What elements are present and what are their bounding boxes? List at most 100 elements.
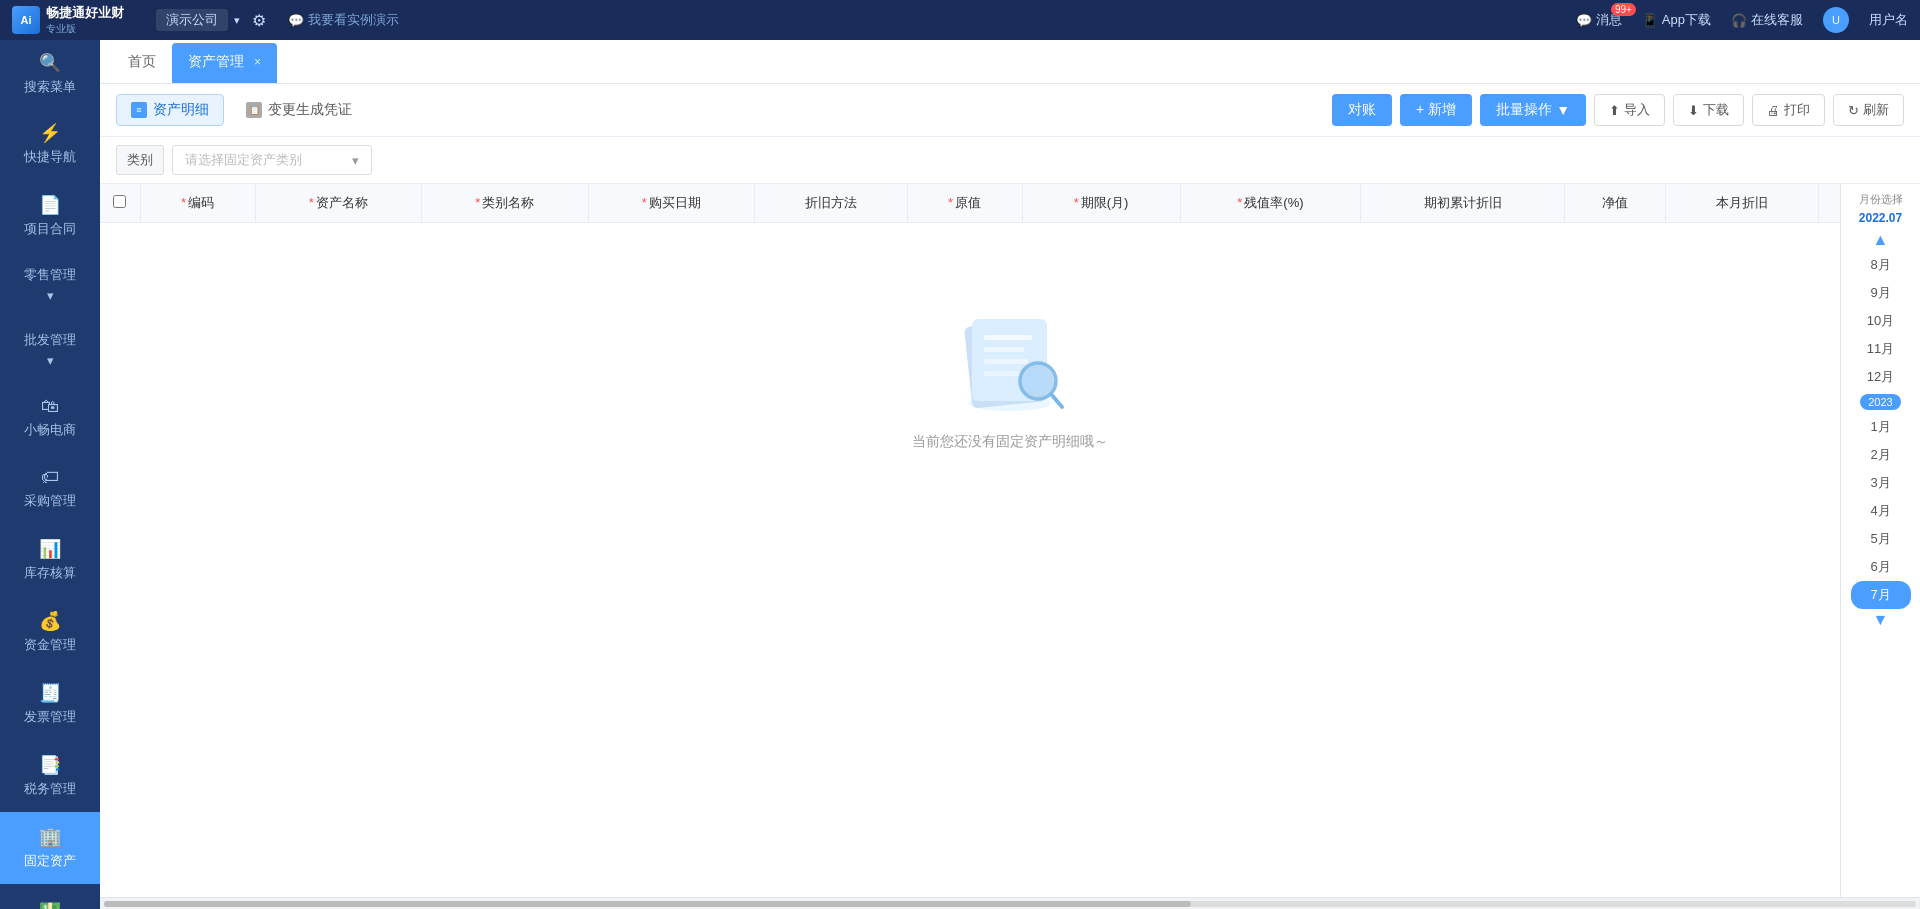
add-button-label: + 新增 bbox=[1416, 101, 1456, 119]
month-item-8[interactable]: 8月 bbox=[1851, 251, 1911, 279]
chevron-down-icon: ▾ bbox=[47, 353, 54, 368]
download-button[interactable]: ⬇ 下载 bbox=[1673, 94, 1744, 126]
demo-icon: 💬 bbox=[288, 13, 304, 28]
checkbox-header[interactable] bbox=[100, 184, 140, 223]
col-header-monthly: 本月折旧 bbox=[1666, 184, 1819, 223]
company-name: 演示公司 bbox=[156, 9, 228, 31]
inventory-icon: 📊 bbox=[39, 538, 61, 560]
table-area: *编码 *资产名称 *类别名称 *购买日期 折旧方法 *原值 *期限(月) *残… bbox=[100, 184, 1920, 897]
reconcile-button[interactable]: 对账 bbox=[1332, 94, 1392, 126]
sidebar-item-ecommerce[interactable]: 🛍 小畅电商 bbox=[0, 382, 100, 453]
brand-name: 畅捷通好业财 bbox=[46, 4, 124, 22]
online-service-label: 在线客服 bbox=[1751, 11, 1803, 29]
svg-point-8 bbox=[1026, 369, 1050, 393]
sidebar-item-inventory[interactable]: 📊 库存核算 bbox=[0, 524, 100, 596]
select-all-checkbox[interactable] bbox=[113, 195, 126, 208]
month-item-10[interactable]: 10月 bbox=[1851, 307, 1911, 335]
sidebar-item-label: 搜索菜单 bbox=[24, 78, 76, 96]
sidebar-item-salary[interactable]: 💵 工资 bbox=[0, 884, 100, 909]
salary-icon: 💵 bbox=[39, 898, 61, 909]
sidebar-item-finance[interactable]: 💰 资金管理 bbox=[0, 596, 100, 668]
top-bar-right: 💬 消息 99+ 📱 App下载 🎧 在线客服 U 用户名 bbox=[1576, 7, 1908, 33]
app-download-button[interactable]: 📱 App下载 bbox=[1642, 11, 1711, 29]
import-button[interactable]: ⬆ 导入 bbox=[1594, 94, 1665, 126]
download-icon: ⬇ bbox=[1688, 103, 1699, 118]
sub-tab-change-voucher[interactable]: 📋 变更生成凭证 bbox=[232, 94, 366, 126]
settings-icon[interactable]: ⚙ bbox=[252, 11, 266, 30]
online-service-button[interactable]: 🎧 在线客服 bbox=[1731, 11, 1803, 29]
brand: Ai 畅捷通好业财 专业版 bbox=[12, 4, 124, 36]
month-year-label[interactable]: 2022.07 bbox=[1859, 211, 1902, 225]
sidebar-item-purchase[interactable]: 🏷 采购管理 bbox=[0, 453, 100, 524]
sidebar-item-quicknav[interactable]: ⚡ 快捷导航 bbox=[0, 108, 100, 180]
month-item-5[interactable]: 5月 bbox=[1851, 525, 1911, 553]
add-button[interactable]: + 新增 bbox=[1400, 94, 1472, 126]
col-header-residual-rate: *残值率(%) bbox=[1180, 184, 1361, 223]
finance-icon: 💰 bbox=[39, 610, 61, 632]
refresh-button[interactable]: ↻ 刷新 bbox=[1833, 94, 1904, 126]
empty-svg bbox=[950, 303, 1080, 423]
month-panel-title: 月份选择 bbox=[1859, 192, 1903, 207]
sidebar-item-label: 资金管理 bbox=[24, 636, 76, 654]
month-nav-down-icon[interactable]: ▼ bbox=[1871, 609, 1891, 631]
col-header-code: *编码 bbox=[140, 184, 255, 223]
sidebar-item-fixed-assets[interactable]: 🏢 固定资产 bbox=[0, 812, 100, 884]
col-header-original-value: *原值 bbox=[907, 184, 1022, 223]
app-download-label: App下载 bbox=[1662, 11, 1711, 29]
empty-state: 当前您还没有固定资产明细哦～ bbox=[100, 223, 1920, 531]
month-nav-up-icon[interactable]: ▲ bbox=[1871, 229, 1891, 251]
month-item-4[interactable]: 4月 bbox=[1851, 497, 1911, 525]
month-item-7-current[interactable]: 7月 bbox=[1851, 581, 1911, 609]
batch-arrow-icon: ▼ bbox=[1556, 102, 1570, 118]
month-item-6[interactable]: 6月 bbox=[1851, 553, 1911, 581]
refresh-icon: ↻ bbox=[1848, 103, 1859, 118]
month-item-3[interactable]: 3月 bbox=[1851, 469, 1911, 497]
import-label: 导入 bbox=[1624, 101, 1650, 119]
sidebar-item-contract[interactable]: 📄 项目合同 bbox=[0, 180, 100, 252]
invoice-icon: 🧾 bbox=[39, 682, 61, 704]
sidebar-item-wholesale[interactable]: 批发管理 ▾ bbox=[0, 317, 100, 382]
month-item-9[interactable]: 9月 bbox=[1851, 279, 1911, 307]
sidebar-item-tax[interactable]: 📑 税务管理 bbox=[0, 740, 100, 812]
col-header-depreciation-method: 折旧方法 bbox=[755, 184, 908, 223]
month-item-12[interactable]: 12月 bbox=[1851, 363, 1911, 391]
sub-tab-label: 变更生成凭证 bbox=[268, 101, 352, 119]
mobile-icon: 📱 bbox=[1642, 13, 1658, 28]
refresh-label: 刷新 bbox=[1863, 101, 1889, 119]
tab-close-icon[interactable]: × bbox=[254, 55, 261, 69]
purchase-icon: 🏷 bbox=[41, 467, 59, 488]
message-button[interactable]: 💬 消息 99+ bbox=[1576, 11, 1622, 29]
sidebar-item-label: 发票管理 bbox=[24, 708, 76, 726]
sub-tab-asset-detail[interactable]: ≡ 资产明细 bbox=[116, 94, 224, 126]
page-content: ≡ 资产明细 📋 变更生成凭证 对账 + 新增 批量操作 ▼ bbox=[100, 84, 1920, 909]
sub-tab-label: 资产明细 bbox=[153, 101, 209, 119]
svg-rect-4 bbox=[984, 347, 1024, 352]
sidebar-item-label: 零售管理 bbox=[24, 266, 76, 284]
bottom-scrollbar[interactable] bbox=[100, 897, 1920, 909]
sidebar-item-invoice[interactable]: 🧾 发票管理 bbox=[0, 668, 100, 740]
print-button[interactable]: 🖨 打印 bbox=[1752, 94, 1825, 126]
category-select[interactable]: 请选择固定资产类别 ▾ bbox=[172, 145, 372, 175]
company-selector[interactable]: 演示公司 ▾ bbox=[156, 9, 240, 31]
category-dropdown-icon: ▾ bbox=[352, 153, 359, 168]
month-item-2[interactable]: 2月 bbox=[1851, 441, 1911, 469]
sidebar-item-search[interactable]: 🔍 搜索菜单 bbox=[0, 40, 100, 108]
batch-button[interactable]: 批量操作 ▼ bbox=[1480, 94, 1586, 126]
sidebar-item-retail[interactable]: 零售管理 ▾ bbox=[0, 252, 100, 317]
toolbar: 对账 + 新增 批量操作 ▼ ⬆ 导入 ⬇ 下载 bbox=[1332, 94, 1904, 126]
category-label: 类别 bbox=[116, 145, 164, 175]
scroll-track bbox=[104, 901, 1916, 907]
tab-home[interactable]: 首页 bbox=[112, 43, 172, 83]
scroll-thumb bbox=[104, 901, 1191, 907]
svg-rect-3 bbox=[984, 335, 1032, 340]
demo-link[interactable]: 💬 我要看实例演示 bbox=[288, 11, 399, 29]
month-item-11[interactable]: 11月 bbox=[1851, 335, 1911, 363]
demo-link-text: 我要看实例演示 bbox=[308, 11, 399, 29]
col-header-name: *资产名称 bbox=[255, 184, 422, 223]
user-name: 用户名 bbox=[1869, 11, 1908, 29]
month-item-1[interactable]: 1月 bbox=[1851, 413, 1911, 441]
sidebar-item-label: 快捷导航 bbox=[24, 148, 76, 166]
avatar: U bbox=[1823, 7, 1849, 33]
tab-asset-management[interactable]: 资产管理 × bbox=[172, 43, 277, 83]
tab-active-label: 资产管理 bbox=[188, 53, 244, 69]
